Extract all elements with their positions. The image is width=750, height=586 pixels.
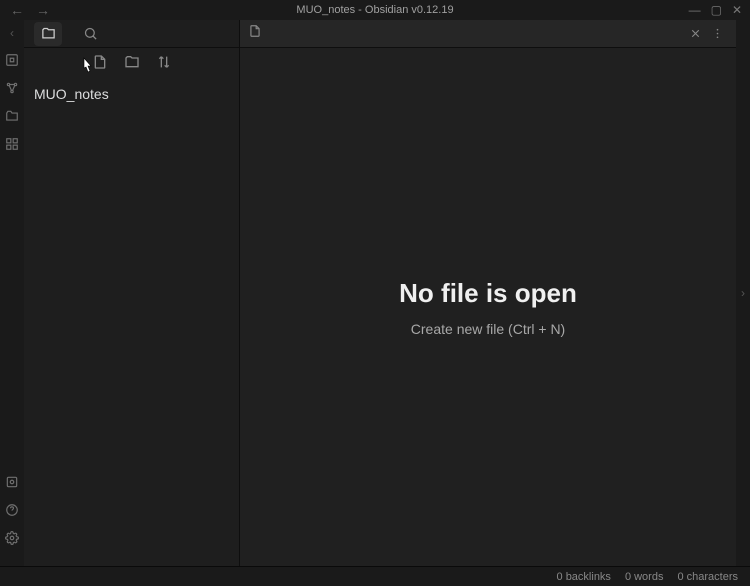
file-icon <box>248 24 262 43</box>
editor-area: No file is open Create new file (Ctrl + … <box>240 20 736 566</box>
vault-switcher-icon[interactable] <box>4 474 20 490</box>
editor-tab-bar <box>240 20 736 48</box>
close-pane-button[interactable] <box>684 23 706 45</box>
sidebar: MUO_notes <box>24 20 240 566</box>
new-note-button[interactable] <box>92 54 108 75</box>
window-close-button[interactable]: ✕ <box>732 3 742 17</box>
status-backlinks: 0 backlinks <box>557 571 611 583</box>
command-palette-icon[interactable] <box>4 136 20 152</box>
settings-icon[interactable] <box>4 530 20 546</box>
search-tab[interactable] <box>76 22 104 46</box>
sort-button[interactable] <box>156 54 172 75</box>
status-words: 0 words <box>625 571 664 583</box>
status-characters: 0 characters <box>677 571 738 583</box>
empty-state-title: No file is open <box>399 278 577 309</box>
file-tree: MUO_notes <box>24 80 239 108</box>
vault-root[interactable]: MUO_notes <box>32 84 231 104</box>
window-minimize-button[interactable]: — <box>689 3 701 17</box>
right-ribbon: › <box>736 20 750 566</box>
workspace: ‹ <box>0 20 750 566</box>
new-folder-button[interactable] <box>124 54 140 75</box>
create-new-file-link[interactable]: Create new file (Ctrl + N) <box>411 321 565 337</box>
window-maximize-button[interactable]: ▢ <box>711 3 722 17</box>
collapse-left-button[interactable]: ‹ <box>10 26 14 40</box>
help-icon[interactable] <box>4 502 20 518</box>
graph-view-icon[interactable] <box>4 80 20 96</box>
collapse-right-button[interactable]: › <box>741 286 745 300</box>
left-ribbon: ‹ <box>0 20 24 566</box>
window-title: MUO_notes - Obsidian v0.12.19 <box>296 4 453 16</box>
file-explorer-tab[interactable] <box>34 22 62 46</box>
status-bar: 0 backlinks 0 words 0 characters <box>0 566 750 586</box>
titlebar: ← → MUO_notes - Obsidian v0.12.19 — ▢ ✕ <box>0 0 750 20</box>
quick-switcher-icon[interactable] <box>4 52 20 68</box>
editor-body: No file is open Create new file (Ctrl + … <box>240 48 736 566</box>
nav-forward-button[interactable]: → <box>36 3 50 17</box>
open-vault-icon[interactable] <box>4 108 20 124</box>
pane-options-button[interactable] <box>706 23 728 45</box>
file-explorer-toolbar <box>24 48 239 80</box>
sidebar-tabs <box>24 20 239 48</box>
nav-back-button[interactable]: ← <box>10 3 24 17</box>
